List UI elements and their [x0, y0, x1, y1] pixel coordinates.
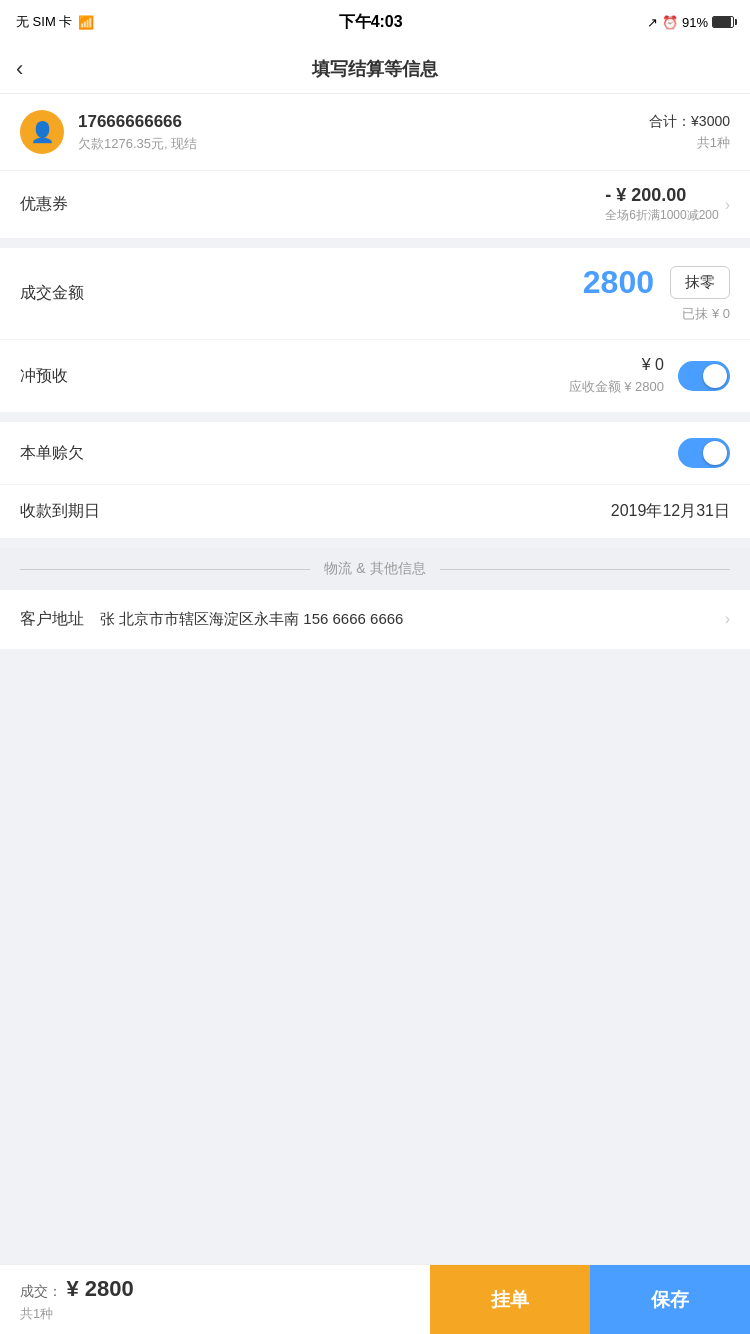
prepay-amounts: ¥ 0 应收金额 ¥ 2800	[569, 356, 664, 396]
prepay-toggle-knob	[703, 364, 727, 388]
battery-percent: 91%	[682, 15, 708, 30]
due-date-label: 收款到期日	[20, 501, 100, 522]
prepay-right-area: ¥ 0 应收金额 ¥ 2800	[569, 356, 730, 396]
battery-icon	[712, 16, 734, 28]
footer-deal-line: 成交： ¥ 2800	[20, 1276, 410, 1302]
prepay-toggle[interactable]	[678, 361, 730, 391]
customer-row: 👤 17666666666 欠款1276.35元, 现结 合计：¥3000 共1…	[0, 94, 750, 170]
amount-area: 2800 抹零	[583, 264, 730, 301]
round-button[interactable]: 抹零	[670, 266, 730, 299]
carrier-text: 无 SIM 卡	[16, 13, 72, 31]
debit-toggle-knob	[703, 441, 727, 465]
address-section: 客户地址 张 北京市市辖区海淀区永丰南 156 6666 6666 ›	[0, 590, 750, 649]
location-icon: ↗	[647, 15, 658, 30]
coupon-chevron-icon: ›	[725, 196, 730, 214]
coupon-detail: 全场6折满1000减200	[605, 206, 718, 224]
alarm-icon: ⏰	[662, 15, 678, 30]
prepay-amount: ¥ 0	[569, 356, 664, 374]
deal-amount-section: 成交金额 2800 抹零 已抹 ¥ 0 冲预收 ¥ 0 应收金额 ¥ 2800	[0, 248, 750, 412]
status-time: 下午4:03	[339, 12, 403, 33]
divider-line-right	[440, 569, 730, 570]
divider-text: 物流 & 其他信息	[310, 560, 439, 578]
status-right: ↗ ⏰ 91%	[647, 15, 734, 30]
debit-label: 本单赊欠	[20, 443, 84, 464]
divider-line-left	[20, 569, 310, 570]
deal-amount-col: 2800 抹零 已抹 ¥ 0	[583, 264, 730, 323]
customer-debt: 欠款1276.35元, 现结	[78, 135, 197, 153]
due-date-row: 收款到期日 2019年12月31日	[0, 485, 750, 538]
debit-toggle[interactable]	[678, 438, 730, 468]
customer-right: 合计：¥3000 共1种	[649, 113, 730, 152]
customer-info: 17666666666 欠款1276.35元, 现结	[78, 112, 197, 153]
deal-amount-value: 2800	[583, 264, 654, 301]
save-button[interactable]: 保存	[590, 1265, 750, 1335]
debit-section: 本单赊欠 收款到期日 2019年12月31日	[0, 422, 750, 538]
address-row[interactable]: 客户地址 张 北京市市辖区海淀区永丰南 156 6666 6666 ›	[0, 590, 750, 649]
customer-left: 👤 17666666666 欠款1276.35元, 现结	[20, 110, 197, 154]
footer-deal-label: 成交：	[20, 1283, 62, 1299]
footer-count: 共1种	[20, 1305, 410, 1323]
coupon-discount: - ¥ 200.00	[605, 185, 718, 206]
prepay-sub: 应收金额 ¥ 2800	[569, 378, 664, 396]
address-content: 张 北京市市辖区海淀区永丰南 156 6666 6666	[90, 608, 725, 631]
prepay-label: 冲预收	[20, 366, 68, 387]
due-date-value: 2019年12月31日	[611, 501, 730, 522]
deal-amount-label: 成交金额	[20, 283, 84, 304]
total-label: 合计：¥3000	[649, 113, 730, 131]
footer: 成交： ¥ 2800 共1种 挂单 保存	[0, 1264, 750, 1334]
coupon-row[interactable]: 优惠券 - ¥ 200.00 全场6折满1000减200 ›	[0, 170, 750, 238]
footer-amount: ¥ 2800	[66, 1276, 133, 1301]
page-title: 填写结算等信息	[312, 57, 438, 81]
address-label: 客户地址	[20, 609, 90, 630]
coupon-right: - ¥ 200.00 全场6折满1000减200 ›	[605, 185, 730, 224]
total-count: 共1种	[649, 134, 730, 152]
nav-bar: ‹ 填写结算等信息	[0, 44, 750, 94]
status-bar: 无 SIM 卡 📶 下午4:03 ↗ ⏰ 91%	[0, 0, 750, 44]
deal-amount-sub: 已抹 ¥ 0	[583, 305, 730, 323]
back-button[interactable]: ‹	[16, 56, 23, 82]
coupon-label: 优惠券	[20, 194, 68, 215]
debit-row: 本单赊欠	[0, 422, 750, 485]
deal-amount-row: 成交金额 2800 抹零 已抹 ¥ 0	[0, 248, 750, 340]
prepay-row: 冲预收 ¥ 0 应收金额 ¥ 2800	[0, 340, 750, 412]
wifi-icon: 📶	[78, 15, 94, 30]
pending-button[interactable]: 挂单	[430, 1265, 590, 1335]
customer-section: 👤 17666666666 欠款1276.35元, 现结 合计：¥3000 共1…	[0, 94, 750, 238]
footer-spacer	[0, 659, 750, 739]
customer-phone: 17666666666	[78, 112, 197, 132]
footer-info: 成交： ¥ 2800 共1种	[0, 1276, 430, 1323]
address-chevron-icon: ›	[725, 610, 730, 628]
avatar: 👤	[20, 110, 64, 154]
avatar-icon: 👤	[30, 120, 55, 144]
status-left: 无 SIM 卡 📶	[16, 13, 94, 31]
section-divider: 物流 & 其他信息	[0, 548, 750, 590]
